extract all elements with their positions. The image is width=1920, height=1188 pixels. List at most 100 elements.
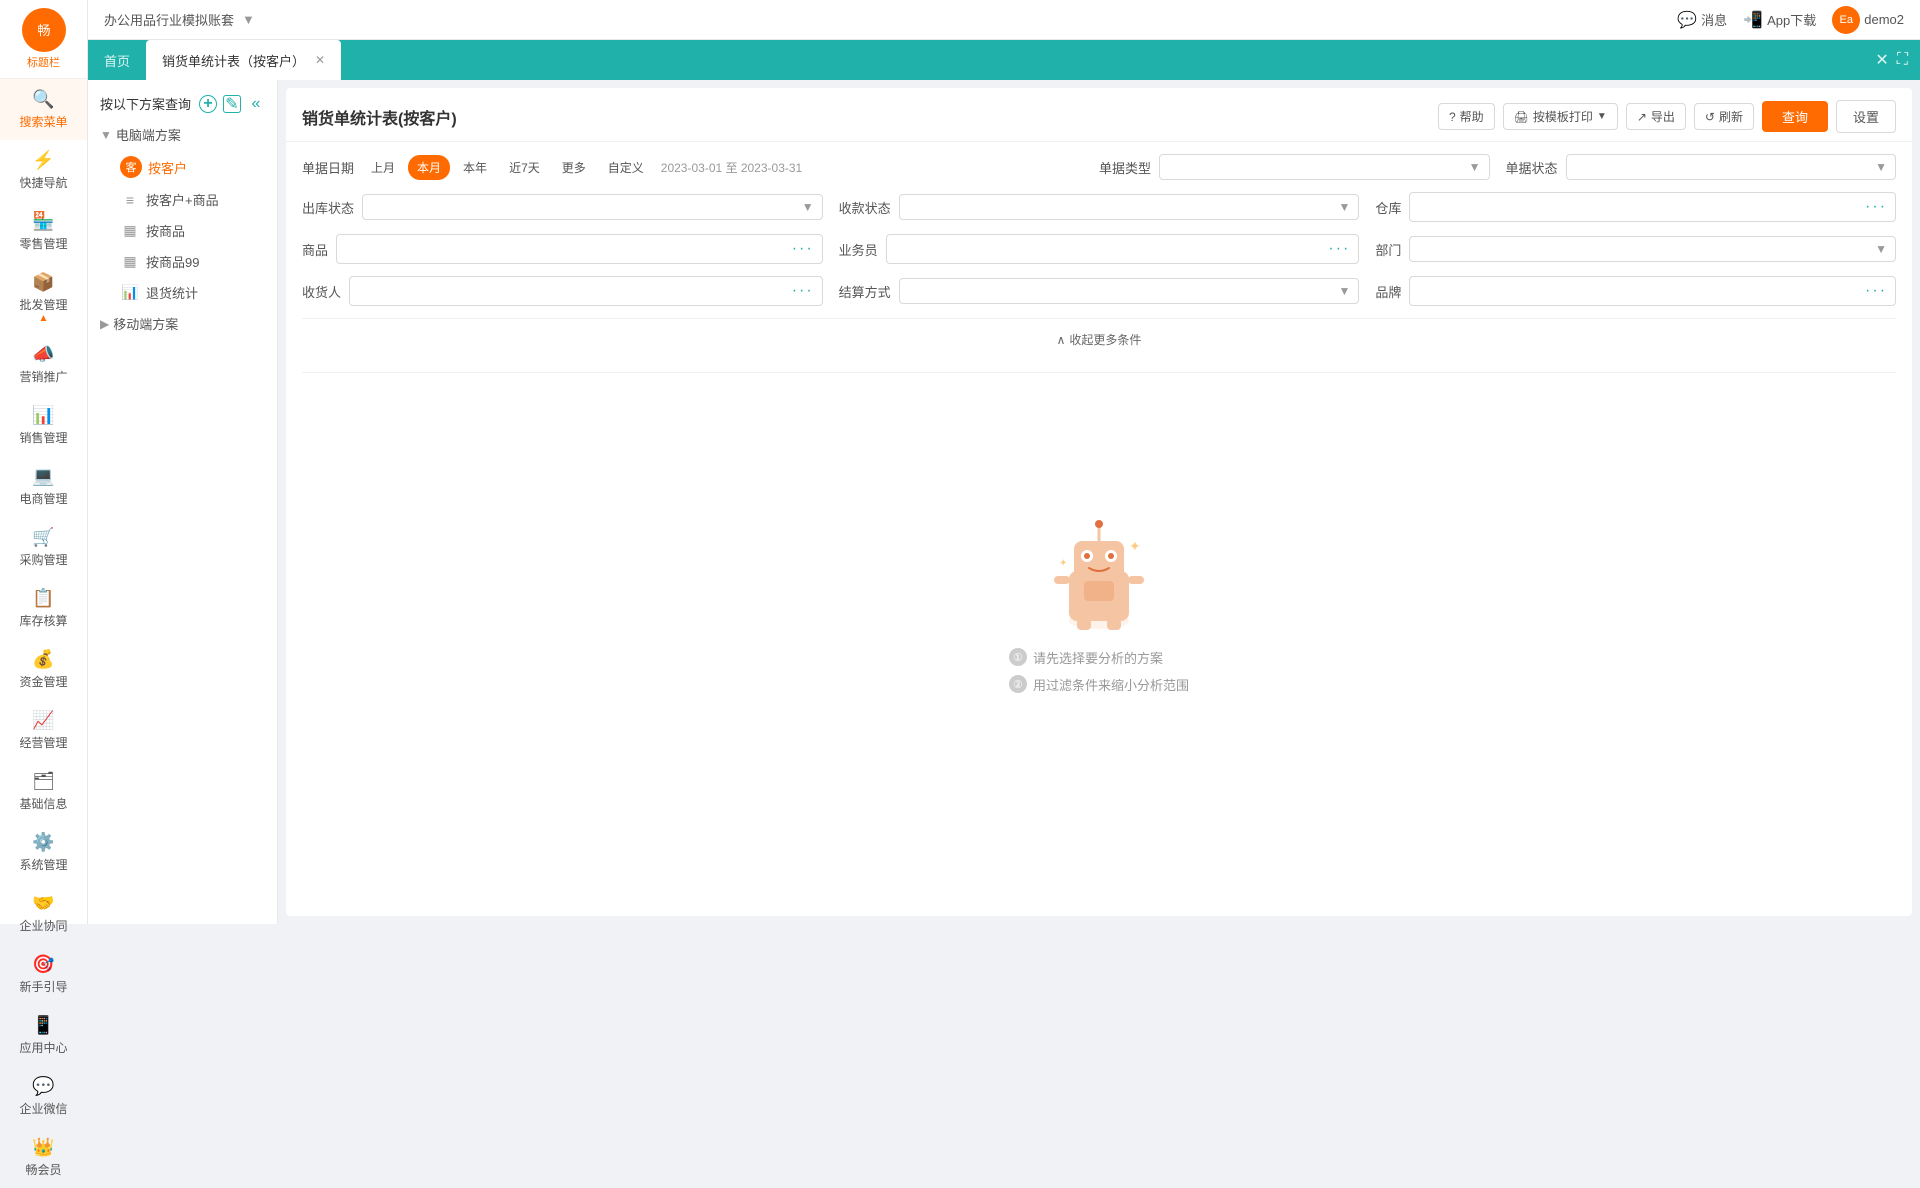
sidebar-item-wholesale[interactable]: 📦 批发管理 ▲ (0, 262, 87, 334)
chart-icon: ≡ (120, 192, 140, 208)
sidebar-item-operations[interactable]: 📈 经营管理 (0, 700, 87, 761)
out-status-label: 出库状态 (302, 198, 354, 217)
order-type-label: 单据类型 (1099, 158, 1151, 177)
filter-date: 单据日期 上月 本月 本年 近7天 更多 自定义 2023-03-01 至 20… (302, 155, 1083, 180)
date-btn-more[interactable]: 更多 (553, 155, 595, 180)
date-btn-last-month[interactable]: 上月 (362, 155, 404, 180)
scheme-by-customer[interactable]: 客 按客户 (108, 150, 277, 184)
username: demo2 (1864, 12, 1904, 27)
date-btn-this-year[interactable]: 本年 (454, 155, 496, 180)
sidebar-item-retail[interactable]: 🏪 零售管理 (0, 201, 87, 262)
sidebar-item-label-marketing: 营销推广 (19, 368, 67, 385)
warehouse-dots[interactable]: ··· (1865, 198, 1887, 216)
sidebar-item-system[interactable]: ⚙️ 系统管理 (0, 822, 87, 883)
sidebar-item-label-system: 系统管理 (19, 856, 67, 873)
sidebar-item-quick-nav[interactable]: ⚡ 快捷导航 (0, 140, 87, 201)
avatar: Ea (1832, 6, 1860, 34)
sidebar-item-base[interactable]: 🗂 基础信息 (0, 761, 87, 822)
date-btn-custom[interactable]: 自定义 (599, 155, 653, 180)
warehouse-select[interactable]: ··· (1409, 192, 1896, 222)
date-btn-this-month[interactable]: 本月 (408, 155, 450, 180)
collapse-panel-button[interactable]: « (247, 95, 265, 113)
message-label: 消息 (1701, 10, 1727, 29)
date-btn-7days[interactable]: 近7天 (500, 155, 549, 180)
export-button[interactable]: ↗ 导出 (1626, 103, 1686, 130)
order-type-chevron: ▼ (1469, 160, 1481, 174)
empty-hints: ① 请先选择要分析的方案 ② 用过滤条件来缩小分析范围 (1009, 648, 1189, 694)
tab-close-icon[interactable]: ✕ (315, 53, 325, 67)
tab-sales-stat[interactable]: 销货单统计表（按客户） ✕ (146, 40, 341, 80)
order-type-select[interactable]: ▼ (1159, 154, 1489, 180)
user-area[interactable]: Ea demo2 (1832, 6, 1904, 34)
tab-close-button[interactable]: ✕ (1875, 50, 1888, 70)
product-dots[interactable]: ··· (792, 240, 814, 258)
sidebar-item-finance[interactable]: 💰 资金管理 (0, 639, 87, 700)
print-button[interactable]: 🖨 按模板打印 ▼ (1503, 103, 1618, 130)
tree-section-mobile[interactable]: ▶ 移动端方案 (88, 308, 277, 339)
refresh-button[interactable]: ↺ 刷新 (1694, 103, 1754, 130)
purchase-icon: 🛒 (32, 527, 54, 548)
filter-payment-method: 结算方式 ▼ (839, 278, 1360, 304)
add-scheme-button[interactable]: + (199, 95, 217, 113)
sidebar-item-label-retail: 零售管理 (19, 235, 67, 252)
collapse-button[interactable]: ∧ 收起更多条件 (1049, 323, 1150, 356)
order-status-select[interactable]: ▼ (1566, 154, 1896, 180)
payment-method-select[interactable]: ▼ (899, 278, 1360, 304)
receiver-select[interactable]: ··· (349, 276, 823, 306)
sidebar-item-label-operations: 经营管理 (19, 734, 67, 751)
enterprise-icon: 🤝 (32, 893, 54, 914)
quick-nav-icon: ⚡ (32, 150, 54, 171)
logo-icon: 畅 (22, 8, 66, 52)
wholesale-icon: 📦 (32, 272, 54, 293)
print-label: 按模板打印 (1533, 108, 1593, 125)
filter-row-4: 收货人 ··· 结算方式 ▼ 品牌 (302, 276, 1896, 306)
sidebar-item-label-wholesale: 批发管理 (19, 296, 67, 313)
tab-home[interactable]: 首页 (88, 40, 146, 80)
desktop-expand-icon: ▼ (100, 128, 112, 142)
scheme-by-product-99[interactable]: ▦ 按商品99 (108, 246, 277, 277)
help-button[interactable]: ? 帮助 (1438, 103, 1495, 130)
receipt-status-select[interactable]: ▼ (899, 194, 1360, 220)
sidebar-item-label-wechat: 企业微信 (19, 1100, 67, 1117)
sidebar-item-appcenter[interactable]: 📱 应用中心 (0, 1005, 87, 1066)
salesperson-label: 业务员 (839, 240, 878, 259)
message-button[interactable]: 💬 消息 (1677, 10, 1727, 30)
sidebar-item-purchase[interactable]: 🛒 采购管理 (0, 517, 87, 578)
scheme-by-customer-product[interactable]: ≡ 按客户+商品 (108, 184, 277, 215)
brand-select[interactable]: ··· (1409, 276, 1896, 306)
sidebar-item-inventory[interactable]: 📋 库存核算 (0, 578, 87, 639)
scheme-by-product[interactable]: ▦ 按商品 (108, 215, 277, 246)
mobile-expand-icon: ▶ (100, 317, 109, 331)
scheme-by-customer-label: 按客户 (148, 158, 187, 177)
edit-scheme-button[interactable]: ✎ (223, 95, 241, 113)
sidebar-item-sales[interactable]: 📊 销售管理 (0, 395, 87, 456)
filter-row-2: 出库状态 ▼ 收款状态 ▼ 仓库 (302, 192, 1896, 222)
salesperson-dots[interactable]: ··· (1328, 240, 1350, 258)
sidebar-item-search[interactable]: 🔍 搜索菜单 (0, 79, 87, 140)
out-status-select[interactable]: ▼ (362, 194, 823, 220)
page-header: 销货单统计表(按客户) ? 帮助 🖨 按模板打印 ▼ ↗ 导出 (286, 88, 1912, 142)
message-icon: 💬 (1677, 10, 1697, 30)
scheme-refund-stat[interactable]: 📊 退货统计 (108, 277, 277, 308)
tab-maximize-button[interactable]: ⛶ (1897, 51, 1908, 69)
sidebar-item-marketing[interactable]: 📣 营销推广 (0, 334, 87, 395)
bar-chart-icon: 📊 (120, 284, 140, 301)
sidebar-item-member[interactable]: 👑 畅会员 (0, 1127, 87, 1188)
sidebar-item-newguide[interactable]: 🎯 新手引导 (0, 944, 87, 1005)
dropdown-arrow[interactable]: ▼ (242, 12, 255, 27)
empty-illustration: ✦ ✦ (1039, 516, 1159, 636)
filter-brand: 品牌 ··· (1375, 276, 1896, 306)
query-button[interactable]: 查询 (1762, 101, 1828, 132)
settings-button[interactable]: 设置 (1836, 100, 1896, 133)
receiver-dots[interactable]: ··· (792, 282, 814, 300)
salesperson-select[interactable]: ··· (886, 234, 1360, 264)
sidebar-item-wechat[interactable]: 💬 企业微信 (0, 1066, 87, 1127)
brand-dots[interactable]: ··· (1865, 282, 1887, 300)
app-download-button[interactable]: 📲 App下载 (1743, 10, 1816, 30)
product-select[interactable]: ··· (336, 234, 823, 264)
sidebar-item-ecommerce[interactable]: 💻 电商管理 (0, 456, 87, 517)
tree-section-desktop[interactable]: ▼ 电脑端方案 (88, 119, 277, 150)
department-select[interactable]: ▼ (1409, 236, 1896, 262)
export-icon: ↗ (1637, 110, 1647, 124)
sidebar-item-enterprise[interactable]: 🤝 企业协同 (0, 883, 87, 944)
